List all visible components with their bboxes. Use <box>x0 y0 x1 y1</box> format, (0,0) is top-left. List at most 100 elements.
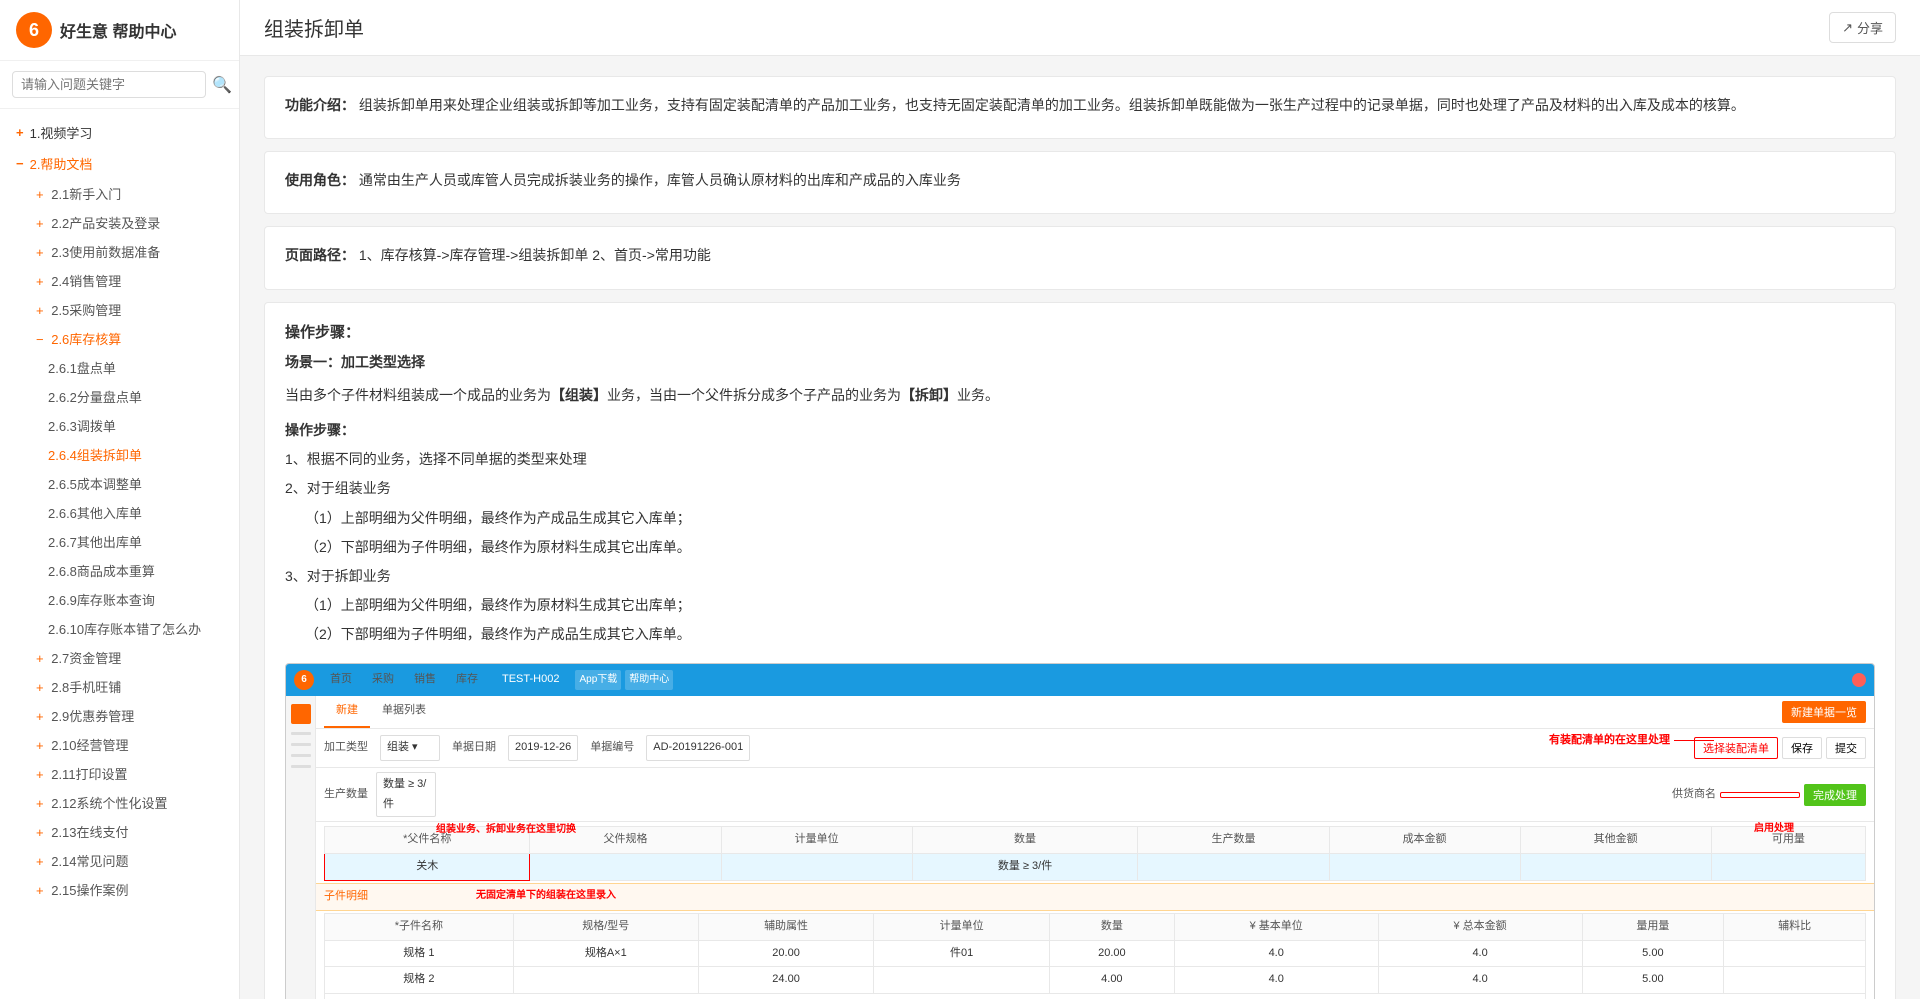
ss-supplier-field[interactable] <box>1720 792 1800 798</box>
ss-lower-th-2: 规格/型号 <box>513 913 698 940</box>
ss-lower-th-1: *子件名称 <box>325 913 514 940</box>
ss-lower-td-1-3: 20.00 <box>698 940 874 967</box>
search-bar: 🔍 <box>0 61 239 109</box>
ss-type-field[interactable]: 组装 ▾ <box>380 735 440 761</box>
ss-nav-home[interactable]: 首页 <box>322 668 360 692</box>
ss-upper-table-row-1: 关木 数量 ≥ 3/件 <box>325 854 1866 881</box>
sidebar-item-2-2[interactable]: + 2.2产品安装及登录 <box>0 208 239 237</box>
sidebar-item-2-6-2[interactable]: 2.6.2分量盘点单 <box>0 382 239 411</box>
ss-window-body: 新建 单据列表 新建单据一览 <box>286 696 1874 999</box>
ss-lower-table: *子件名称 规格/型号 辅助属性 计量单位 数量 ¥ 基本单位 ¥ 总本金额 量… <box>324 913 1866 999</box>
ss-app-icon: App下载 <box>575 670 621 690</box>
ss-submit-btn[interactable]: 提交 <box>1826 737 1866 759</box>
ss-nav-inventory[interactable]: 库存 <box>448 668 486 692</box>
ss-lower-td-2-1: 规格 2 <box>325 967 514 994</box>
role-text: 通常由生产人员或库管人员完成拆装业务的操作，库管人员确认原材料的出库和产成品的入… <box>359 172 961 188</box>
ss-nav-purchase[interactable]: 采购 <box>364 668 402 692</box>
sidebar-item-2-6-1[interactable]: 2.6.1盘点单 <box>0 353 239 382</box>
sidebar-item-2-6-3[interactable]: 2.6.3调拨单 <box>0 411 239 440</box>
sidebar-item-2-6[interactable]: − 2.6库存核算 <box>0 324 239 353</box>
ss-lower-td-2-4 <box>874 967 1050 994</box>
sidebar: 6 好生意 帮助中心 🔍 + 1.视频学习 − 2.帮助文档 + 2.1新手入门… <box>0 0 240 999</box>
sidebar-item-2-9[interactable]: + 2.9优惠券管理 <box>0 701 239 730</box>
ss-left-icon-5 <box>291 765 311 768</box>
ss-lower-td-1-4: 件01 <box>874 940 1050 967</box>
ss-lower-th-8: 量用量 <box>1582 913 1724 940</box>
sidebar-item-2-12[interactable]: + 2.12系统个性化设置 <box>0 788 239 817</box>
ss-annotation-4: 启用处理 <box>1754 814 1794 839</box>
page-title: 组装拆卸单 <box>264 13 364 42</box>
ss-lower-td-2-8: 5.00 <box>1582 967 1724 994</box>
ss-doc-area: 新建 单据列表 新建单据一览 <box>316 696 1874 999</box>
plus-icon-2-3: + <box>36 245 44 260</box>
ss-lower-td-1-2: 规格A×1 <box>513 940 698 967</box>
ss-lower-table-header-row: *子件名称 规格/型号 辅助属性 计量单位 数量 ¥ 基本单位 ¥ 总本金额 量… <box>325 913 1866 940</box>
ss-lower-td-2-2 <box>513 967 698 994</box>
sidebar-item-2-6-9[interactable]: 2.6.9库存账本查询 <box>0 585 239 614</box>
sidebar-item-2-8[interactable]: + 2.8手机旺铺 <box>0 672 239 701</box>
ss-lower-th-4: 计量单位 <box>874 913 1050 940</box>
logo-bar: 6 好生意 帮助中心 <box>0 0 239 61</box>
ss-lower-th-6: ¥ 基本单位 <box>1174 913 1378 940</box>
plus-icon-2-4: + <box>36 274 44 289</box>
sidebar-item-2-6-7[interactable]: 2.6.7其他出库单 <box>0 527 239 556</box>
sidebar-item-2-1[interactable]: + 2.1新手入门 <box>0 179 239 208</box>
ss-lower-td-1-6: 4.0 <box>1174 940 1378 967</box>
sidebar-item-2-10[interactable]: + 2.10经营管理 <box>0 730 239 759</box>
step1: 1、根据不同的业务，选择不同单据的类型来处理 <box>285 447 1875 472</box>
ss-lower-table-wrapper: *子件名称 规格/型号 辅助属性 计量单位 数量 ¥ 基本单位 ¥ 总本金额 量… <box>316 911 1874 999</box>
sidebar-item-2-11[interactable]: + 2.11打印设置 <box>0 759 239 788</box>
step2-sub1: （1）上部明细为父件明细，最终作为产成品生成其它入库单； <box>305 506 1875 531</box>
step3-sub2: （2）下部明细为子件明细，最终作为产成品生成其它入库单。 <box>305 622 1875 647</box>
path-label: 页面路径： <box>285 247 355 263</box>
plus-icon: + <box>16 125 24 140</box>
sidebar-item-2-7[interactable]: + 2.7资金管理 <box>0 643 239 672</box>
role-label: 使用角色： <box>285 172 355 188</box>
ss-lower-td-1-5: 20.00 <box>1049 940 1174 967</box>
sidebar-item-2-15[interactable]: + 2.15操作案例 <box>0 875 239 904</box>
ss-tab-list[interactable]: 单据列表 <box>370 696 438 728</box>
ss-upper-td-1-2 <box>530 854 721 881</box>
ss-upper-th-7: 其他金额 <box>1520 827 1711 854</box>
ss-upper-th-5: 生产数量 <box>1138 827 1329 854</box>
sidebar-item-2-4[interactable]: + 2.4销售管理 <box>0 266 239 295</box>
share-icon: ↗ <box>1842 20 1853 36</box>
share-button[interactable]: ↗ 分享 <box>1829 12 1896 43</box>
sidebar-item-2-6-8[interactable]: 2.6.8商品成本重算 <box>0 556 239 585</box>
ss-tab-new[interactable]: 新建 <box>324 696 370 728</box>
content-area: 功能介绍： 组装拆卸单用来处理企业组装或拆卸等加工业务，支持有固定装配清单的产品… <box>240 56 1920 999</box>
search-input[interactable] <box>12 71 206 98</box>
sidebar-item-2-3[interactable]: + 2.3使用前数据准备 <box>0 237 239 266</box>
sidebar-item-2-13[interactable]: + 2.13在线支付 <box>0 817 239 846</box>
ss-btn-new-doc[interactable]: 新建单据一览 <box>1782 701 1866 723</box>
sidebar-item-2-6-10[interactable]: 2.6.10库存账本错了怎么办 <box>0 614 239 643</box>
search-button[interactable]: 🔍 <box>212 75 232 95</box>
sidebar-item-2-6-5[interactable]: 2.6.5成本调整单 <box>0 469 239 498</box>
ss-lower-td-1-8: 5.00 <box>1582 940 1724 967</box>
ss-tab-buttons: 新建单据一览 <box>1782 696 1866 728</box>
ss-confirm-btn[interactable]: 完成处理 <box>1804 784 1866 806</box>
logo-icon: 6 <box>16 12 52 48</box>
sidebar-item-video-learning[interactable]: + 1.视频学习 <box>0 117 239 148</box>
ss-annotation-3: 组装业务、拆卸业务在这里切换 <box>436 821 576 839</box>
plus-icon-2-2: + <box>36 216 44 231</box>
ss-left-icon-bar <box>286 696 316 999</box>
ss-lower-row-3 <box>325 994 1866 999</box>
ss-date-label: 单据日期 <box>452 738 496 758</box>
sidebar-item-help-docs[interactable]: − 2.帮助文档 <box>0 148 239 179</box>
sidebar-item-2-6-6[interactable]: 2.6.6其他入库单 <box>0 498 239 527</box>
ss-num-count-field[interactable]: 数量 ≥ 3/件 <box>376 772 436 818</box>
ss-nav-sale[interactable]: 销售 <box>406 668 444 692</box>
ss-num-field[interactable]: AD-20191226-001 <box>646 735 750 761</box>
sidebar-item-2-6-4[interactable]: 2.6.4组装拆卸单 <box>0 440 239 469</box>
ss-upper-td-1-3 <box>721 854 912 881</box>
ss-header: 6 首页 采购 销售 库存 TEST-H002 App下载 帮助中心 <box>286 664 1874 696</box>
func-intro-card: 功能介绍： 组装拆卸单用来处理企业组装或拆卸等加工业务，支持有固定装配清单的产品… <box>264 76 1896 139</box>
sidebar-item-2-14[interactable]: + 2.14常见问题 <box>0 846 239 875</box>
sidebar-item-2-5[interactable]: + 2.5采购管理 <box>0 295 239 324</box>
ss-date-field[interactable]: 2019-12-26 <box>508 735 578 761</box>
ss-lower-row-1: 规格 1 规格A×1 20.00 件01 20.00 4.0 4.0 5.00 <box>325 940 1866 967</box>
ss-close-btn[interactable] <box>1852 673 1866 687</box>
ss-lower-td-2-5: 4.00 <box>1049 967 1174 994</box>
ss-save-btn[interactable]: 保存 <box>1782 737 1822 759</box>
